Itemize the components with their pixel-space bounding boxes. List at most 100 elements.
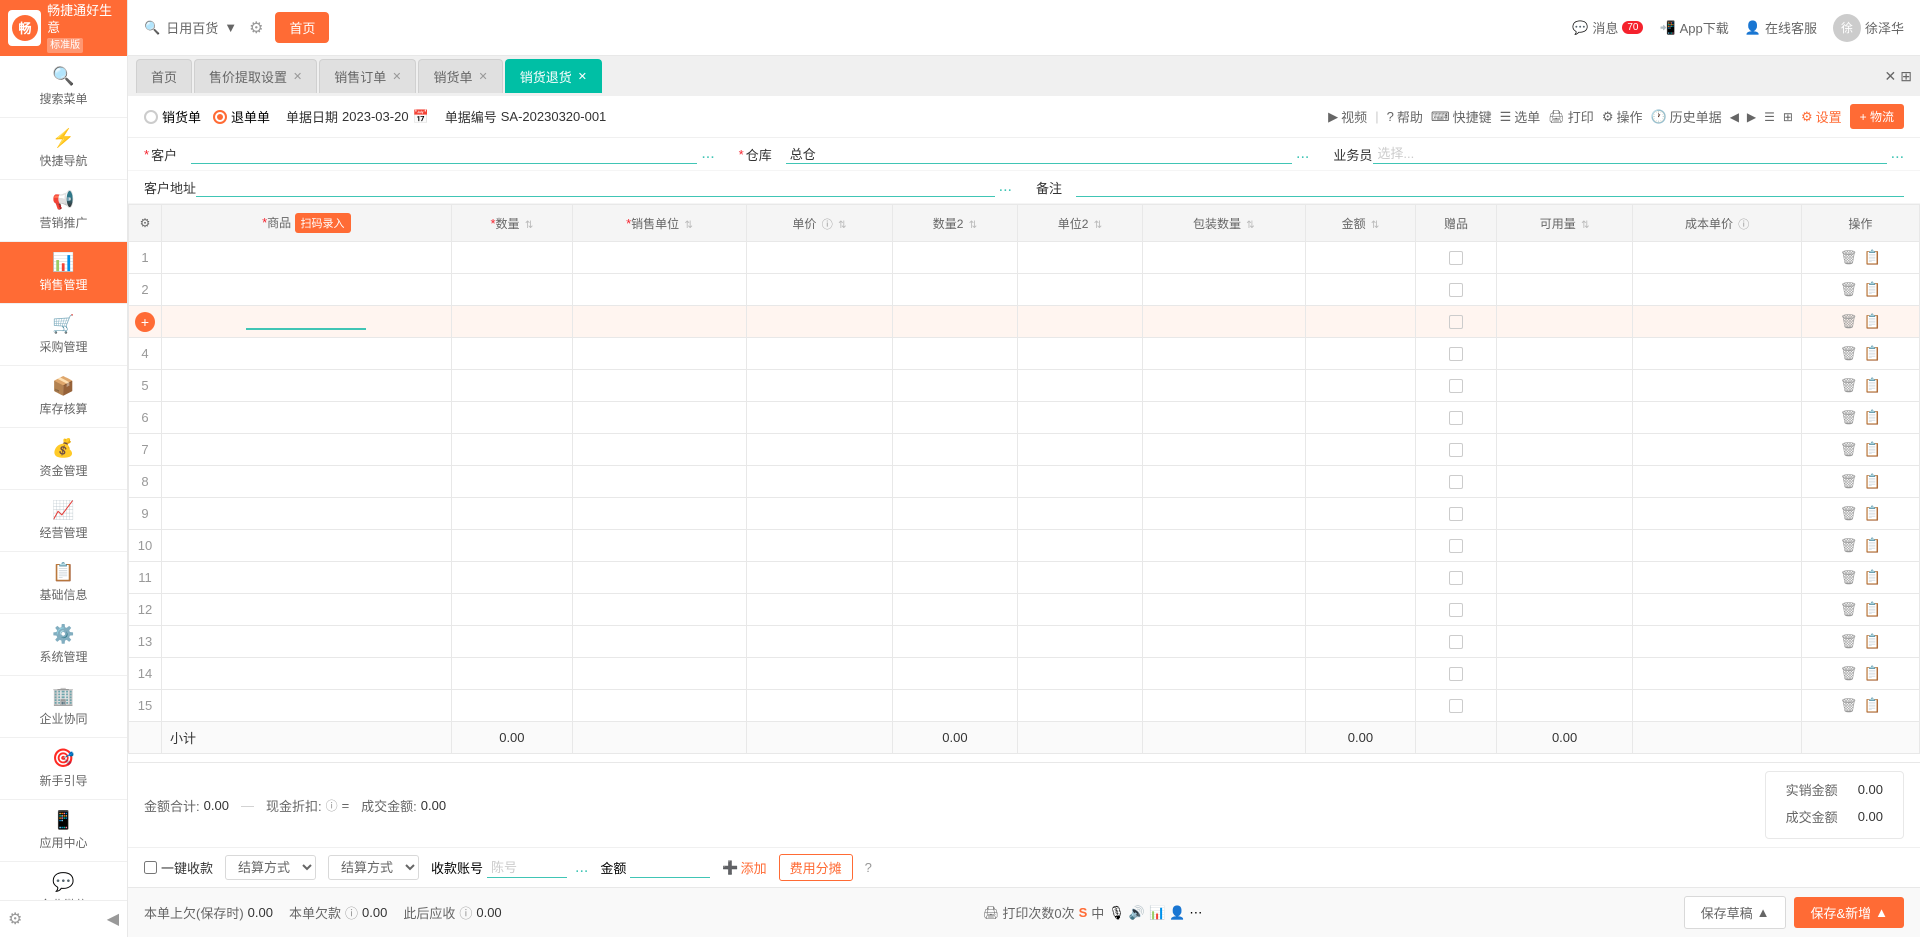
cell-qty-13[interactable] bbox=[451, 626, 573, 658]
cell-available-11[interactable] bbox=[1496, 562, 1633, 594]
cell-product-13[interactable] bbox=[162, 626, 452, 658]
sort-amount-icon[interactable]: ⇅ bbox=[1371, 220, 1379, 231]
cell-gift-3[interactable] bbox=[1416, 306, 1497, 338]
cell-product-11[interactable] bbox=[162, 562, 452, 594]
copy-icon-9[interactable]: 📋 bbox=[1864, 505, 1881, 522]
cell-cost-8[interactable] bbox=[1633, 466, 1801, 498]
cell-gift-13[interactable] bbox=[1416, 626, 1497, 658]
sidebar-item-sales-mgmt[interactable]: 📊 销售管理 bbox=[0, 242, 127, 304]
calendar-icon[interactable]: 📅 bbox=[413, 109, 429, 125]
product-input-10[interactable] bbox=[246, 538, 366, 553]
cell-available-7[interactable] bbox=[1496, 434, 1633, 466]
save-draft-button[interactable]: 保存草稿 ▲ bbox=[1684, 896, 1787, 929]
cell-qty-6[interactable] bbox=[451, 402, 573, 434]
list-view-btn[interactable]: ☰ bbox=[1764, 110, 1775, 124]
cell-product-14[interactable] bbox=[162, 658, 452, 690]
cell-unit-price-12[interactable] bbox=[746, 594, 892, 626]
cell-available-12[interactable] bbox=[1496, 594, 1633, 626]
delete-icon-13[interactable]: 🗑 bbox=[1840, 633, 1858, 650]
cell-qty2-4[interactable] bbox=[892, 338, 1017, 370]
copy-icon-7[interactable]: 📋 bbox=[1864, 441, 1881, 458]
cell-cost-1[interactable] bbox=[1633, 242, 1801, 274]
video-btn[interactable]: ▶ 视频 bbox=[1328, 107, 1367, 126]
product-input-7[interactable] bbox=[246, 442, 366, 457]
icon-barcode[interactable]: 📊 bbox=[1149, 905, 1165, 921]
cell-amount-9[interactable] bbox=[1305, 498, 1415, 530]
cell-qty-1[interactable] bbox=[451, 242, 573, 274]
cell-cost-5[interactable] bbox=[1633, 370, 1801, 402]
cell-ops-5[interactable]: 🗑 📋 bbox=[1801, 370, 1919, 402]
cell-pkg-qty-15[interactable] bbox=[1142, 690, 1305, 722]
cell-sale-unit-7[interactable] bbox=[573, 434, 747, 466]
account-select-btn[interactable]: ... bbox=[575, 859, 588, 877]
prev-record-btn[interactable]: ◀ bbox=[1730, 110, 1739, 124]
copy-icon-10[interactable]: 📋 bbox=[1864, 537, 1881, 554]
copy-icon-8[interactable]: 📋 bbox=[1864, 473, 1881, 490]
cell-qty2-11[interactable] bbox=[892, 562, 1017, 594]
cell-pkg-qty-11[interactable] bbox=[1142, 562, 1305, 594]
cell-qty2-6[interactable] bbox=[892, 402, 1017, 434]
product-input-12[interactable] bbox=[246, 602, 366, 617]
cell-available-6[interactable] bbox=[1496, 402, 1633, 434]
print-count-btn[interactable]: 🖨 打印次数0次 bbox=[983, 903, 1075, 922]
calc-method-select[interactable]: 结算方式 bbox=[328, 855, 419, 880]
cell-unit2-14[interactable] bbox=[1017, 658, 1142, 690]
cell-cost-2[interactable] bbox=[1633, 274, 1801, 306]
message-center[interactable]: 💬 消息 70 bbox=[1572, 18, 1643, 37]
delete-icon-10[interactable]: 🗑 bbox=[1840, 537, 1858, 554]
history-btn[interactable]: 🕐 历史单据 bbox=[1650, 107, 1721, 126]
cell-qty-7[interactable] bbox=[451, 434, 573, 466]
cell-gift-11[interactable] bbox=[1416, 562, 1497, 594]
cell-sale-unit-1[interactable] bbox=[573, 242, 747, 274]
grid-view-btn[interactable]: ⊞ bbox=[1783, 110, 1793, 124]
cell-product-9[interactable] bbox=[162, 498, 452, 530]
cell-product-10[interactable] bbox=[162, 530, 452, 562]
cell-available-14[interactable] bbox=[1496, 658, 1633, 690]
cell-cost-4[interactable] bbox=[1633, 338, 1801, 370]
copy-icon-13[interactable]: 📋 bbox=[1864, 633, 1881, 650]
experience-button[interactable]: 首页 bbox=[275, 12, 329, 43]
gift-checkbox-13[interactable] bbox=[1449, 635, 1463, 649]
cell-ops-2[interactable]: 🗑 📋 bbox=[1801, 274, 1919, 306]
cell-unit2-5[interactable] bbox=[1017, 370, 1142, 402]
gift-checkbox-10[interactable] bbox=[1449, 539, 1463, 553]
sidebar-item-wechat[interactable]: 💬 企业微信 bbox=[0, 862, 127, 900]
expense-split-button[interactable]: 费用分摊 bbox=[779, 854, 853, 881]
cell-qty2-5[interactable] bbox=[892, 370, 1017, 402]
cell-pkg-qty-3[interactable] bbox=[1142, 306, 1305, 338]
cell-unit2-12[interactable] bbox=[1017, 594, 1142, 626]
discount-info-icon[interactable]: ⓘ bbox=[326, 797, 338, 814]
sort-price-icon[interactable]: ⇅ bbox=[838, 220, 846, 231]
radio-sale-out[interactable]: 销货单 bbox=[144, 107, 201, 126]
delete-icon-15[interactable]: 🗑 bbox=[1840, 697, 1858, 714]
cell-cost-9[interactable] bbox=[1633, 498, 1801, 530]
delete-icon-8[interactable]: 🗑 bbox=[1840, 473, 1858, 490]
cell-ops-15[interactable]: 🗑 📋 bbox=[1801, 690, 1919, 722]
tab-close-all[interactable]: ✕ bbox=[1885, 68, 1897, 85]
cell-product-15[interactable] bbox=[162, 690, 452, 722]
cell-qty2-1[interactable] bbox=[892, 242, 1017, 274]
scan-button[interactable]: 扫码录入 bbox=[295, 213, 351, 233]
cell-sale-unit-8[interactable] bbox=[573, 466, 747, 498]
cell-gift-14[interactable] bbox=[1416, 658, 1497, 690]
cell-available-5[interactable] bbox=[1496, 370, 1633, 402]
header-settings-icon[interactable]: ⚙ bbox=[249, 18, 263, 38]
cell-unit-price-13[interactable] bbox=[746, 626, 892, 658]
cell-unit2-3[interactable] bbox=[1017, 306, 1142, 338]
gift-checkbox-6[interactable] bbox=[1449, 411, 1463, 425]
cell-pkg-qty-2[interactable] bbox=[1142, 274, 1305, 306]
gift-checkbox-9[interactable] bbox=[1449, 507, 1463, 521]
gift-checkbox-2[interactable] bbox=[1449, 283, 1463, 297]
cell-gift-7[interactable] bbox=[1416, 434, 1497, 466]
cell-unit2-4[interactable] bbox=[1017, 338, 1142, 370]
cell-amount-4[interactable] bbox=[1305, 338, 1415, 370]
cell-sale-unit-11[interactable] bbox=[573, 562, 747, 594]
cell-pkg-qty-12[interactable] bbox=[1142, 594, 1305, 626]
cell-qty2-3[interactable] bbox=[892, 306, 1017, 338]
product-input-13[interactable] bbox=[246, 634, 366, 649]
cell-sale-unit-13[interactable] bbox=[573, 626, 747, 658]
collapse-icon[interactable]: ◀ bbox=[107, 909, 119, 929]
customer-select-btn[interactable]: ... bbox=[701, 145, 714, 163]
cell-unit-price-1[interactable] bbox=[746, 242, 892, 274]
cell-qty2-13[interactable] bbox=[892, 626, 1017, 658]
